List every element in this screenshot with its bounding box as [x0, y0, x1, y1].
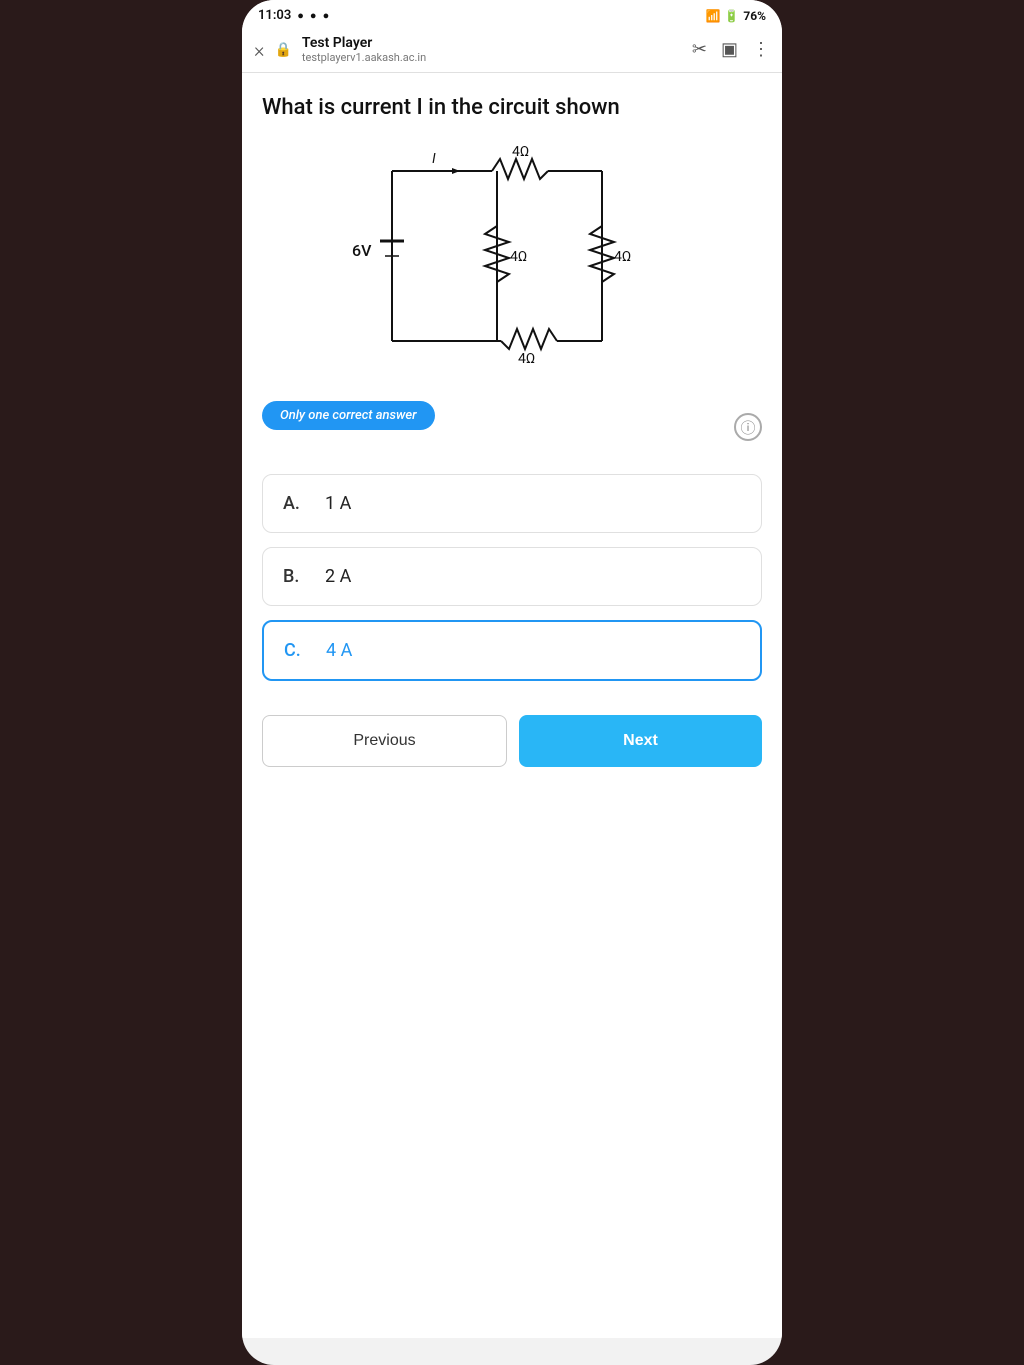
share-icon[interactable]: ✂	[692, 39, 707, 60]
status-time: 11:03	[258, 8, 291, 23]
circuit-svg: 6V 4Ω 4Ω I 4Ω	[342, 141, 682, 371]
phone-frame: 11:03 ● ● ● 📶 🔋 76% × 🔒 Test Player test…	[242, 0, 782, 1365]
option-a-value: 1 A	[325, 493, 351, 514]
option-c-label: C.	[284, 640, 312, 661]
nav-buttons: Previous Next	[262, 705, 762, 787]
option-b-value: 2 A	[325, 566, 351, 587]
status-icon1: ●	[297, 9, 304, 22]
browser-title-block: Test Player testplayerv1.aakash.ac.in	[302, 35, 682, 64]
status-left: 11:03 ● ● ●	[258, 8, 329, 23]
svg-text:4Ω: 4Ω	[512, 144, 529, 160]
status-icon3: ●	[323, 9, 330, 22]
close-button[interactable]: ×	[254, 38, 264, 62]
option-b[interactable]: B. 2 A	[262, 547, 762, 606]
browser-actions: ✂ ▣ ⋮	[692, 39, 770, 60]
info-icon-button[interactable]: ⓘ	[734, 413, 762, 441]
previous-button[interactable]: Previous	[262, 715, 507, 767]
status-bar: 11:03 ● ● ● 📶 🔋 76%	[242, 0, 782, 27]
answer-type-badge: Only one correct answer	[262, 401, 435, 430]
question-text: What is current I in the circuit shown	[262, 93, 762, 123]
battery-icon: 🔋	[724, 9, 739, 23]
next-button[interactable]: Next	[519, 715, 762, 767]
lock-icon: 🔒	[274, 42, 291, 58]
circuit-diagram: 6V 4Ω 4Ω I 4Ω	[262, 141, 762, 371]
option-c[interactable]: C. 4 A	[262, 620, 762, 681]
tab-icon[interactable]: ▣	[721, 39, 738, 60]
options-list: A. 1 A B. 2 A C. 4 A	[262, 474, 762, 681]
battery-level: 76%	[743, 9, 766, 23]
signal-icon: 📶	[705, 9, 720, 23]
browser-title: Test Player	[302, 35, 682, 51]
status-right: 📶 🔋 76%	[705, 9, 766, 23]
content-area: What is current I in the circuit shown	[242, 73, 782, 1338]
status-icon2: ●	[310, 9, 317, 22]
menu-icon[interactable]: ⋮	[752, 39, 770, 60]
browser-url: testplayerv1.aakash.ac.in	[302, 51, 682, 64]
svg-text:4Ω: 4Ω	[510, 249, 527, 265]
svg-text:I: I	[432, 151, 436, 167]
option-b-label: B.	[283, 566, 311, 587]
option-a[interactable]: A. 1 A	[262, 474, 762, 533]
browser-bar: × 🔒 Test Player testplayerv1.aakash.ac.i…	[242, 27, 782, 73]
svg-text:6V: 6V	[352, 241, 372, 260]
option-a-label: A.	[283, 493, 311, 514]
svg-text:4Ω: 4Ω	[614, 249, 631, 265]
svg-text:4Ω: 4Ω	[518, 351, 535, 367]
option-c-value: 4 A	[326, 640, 352, 661]
